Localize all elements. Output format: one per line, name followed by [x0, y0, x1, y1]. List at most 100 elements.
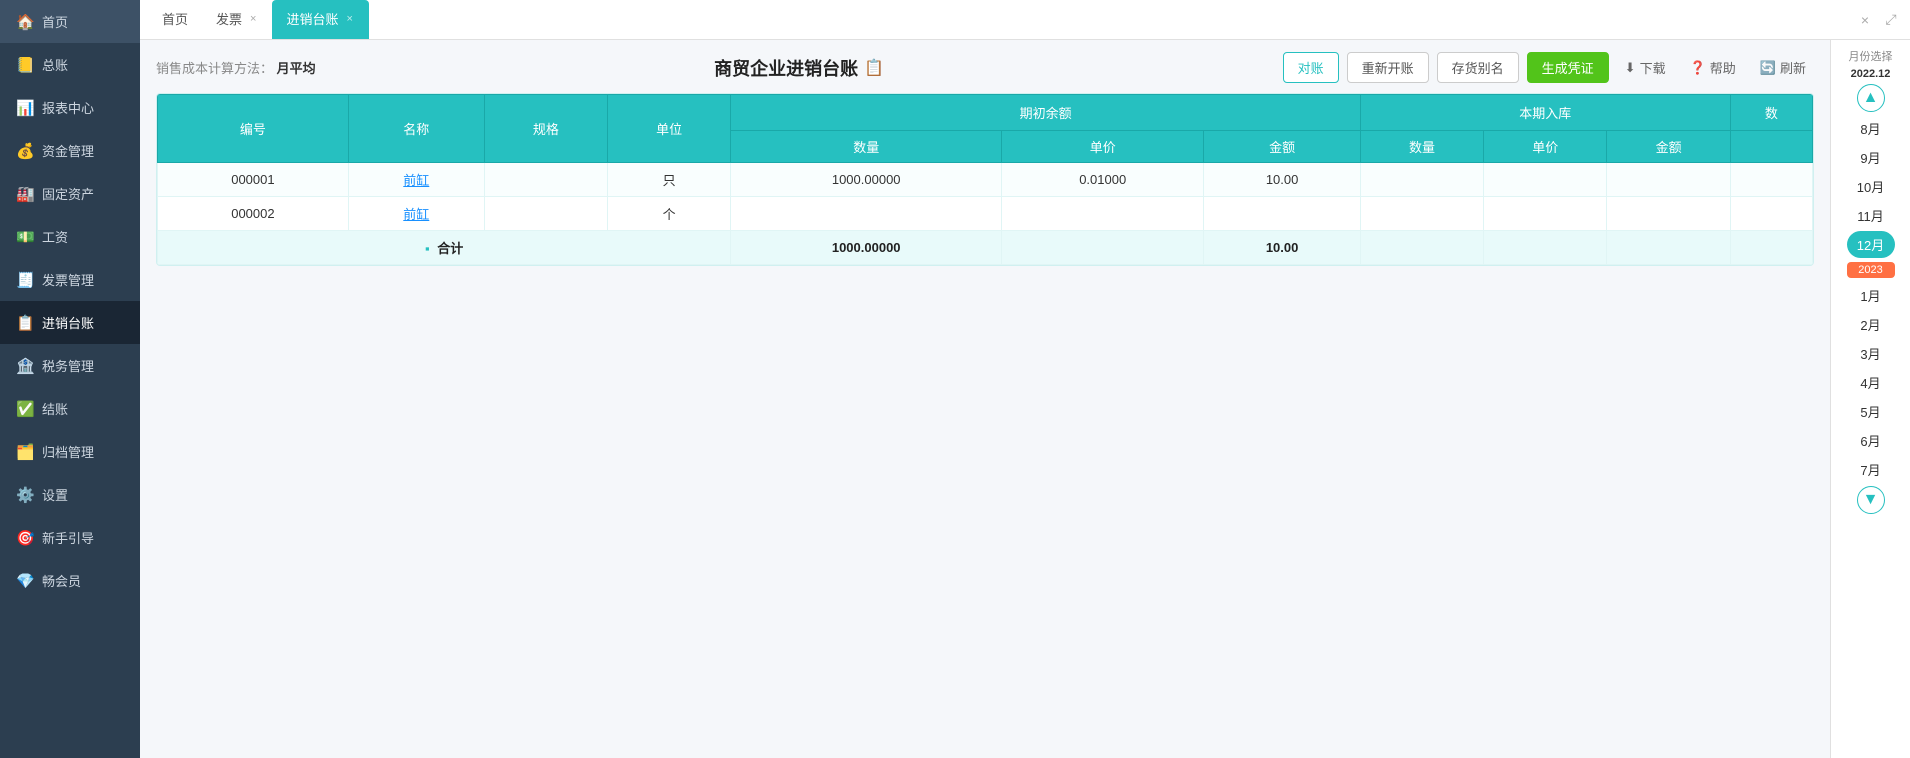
generate-voucher-button[interactable]: 生成凭证 — [1527, 52, 1609, 83]
ledger-icon: 📒 — [16, 56, 34, 74]
month-panel-year-2022: 2022.12 — [1851, 68, 1891, 80]
help-label: 帮助 — [1710, 58, 1736, 77]
help-button[interactable]: ❓ 帮助 — [1682, 53, 1744, 82]
col-header-spec: 规格 — [484, 95, 607, 163]
tab-purchase-sales-close[interactable]: × — [344, 11, 354, 27]
month-item-6[interactable]: 6月 — [1847, 427, 1895, 454]
sidebar-item-label: 税务管理 — [42, 356, 94, 375]
refresh-label: 刷新 — [1780, 58, 1806, 77]
col-in-qty: 数量 — [1360, 131, 1483, 163]
tab-bar: 首页 发票 × 进销台账 × × ⤢ — [140, 0, 1910, 40]
sidebar-item-reports[interactable]: 📊 报表中心 — [0, 86, 140, 129]
col-opening-amount: 金额 — [1204, 131, 1361, 163]
item-name-link[interactable]: 前缸 — [403, 207, 429, 222]
table-total-row: ▪ 合计 1000.00000 10.00 — [158, 231, 1813, 265]
cell-opening-amount — [1204, 197, 1361, 231]
cell-opening-price — [1002, 197, 1204, 231]
cell-opening-qty — [731, 197, 1002, 231]
cell-spec — [484, 163, 607, 197]
month-nav-up[interactable]: ▲ — [1857, 84, 1885, 112]
month-item-8[interactable]: 8月 — [1847, 115, 1895, 142]
settings-icon: ⚙️ — [16, 486, 34, 504]
reconcile-button[interactable]: 对账 — [1283, 52, 1339, 83]
col-in-price: 单价 — [1484, 131, 1607, 163]
sidebar-item-settings[interactable]: ⚙️ 设置 — [0, 473, 140, 516]
purchase-sales-table: 编号 名称 规格 单位 期初余额 本期入库 数 数量 单价 金额 数 — [157, 94, 1813, 265]
sidebar-item-ledger[interactable]: 📒 总账 — [0, 43, 140, 86]
refresh-button[interactable]: 🔄 刷新 — [1752, 53, 1814, 82]
month-nav-down[interactable]: ▼ — [1857, 486, 1885, 514]
tab-home[interactable]: 首页 — [148, 0, 202, 39]
table-header-main: 编号 名称 规格 单位 期初余额 本期入库 数 — [158, 95, 1813, 131]
col-extra-sub — [1730, 131, 1812, 163]
cell-in-price — [1484, 197, 1607, 231]
month-item-1[interactable]: 1月 — [1847, 282, 1895, 309]
data-table-container: 编号 名称 规格 单位 期初余额 本期入库 数 数量 单价 金额 数 — [156, 93, 1814, 266]
sidebar-item-salary[interactable]: 💵 工资 — [0, 215, 140, 258]
sidebar-item-closing[interactable]: ✅ 结账 — [0, 387, 140, 430]
month-item-11[interactable]: 11月 — [1847, 202, 1895, 229]
tab-invoice-close[interactable]: × — [248, 11, 258, 27]
tab-purchase-sales[interactable]: 进销台账 × — [272, 0, 368, 39]
window-close-button[interactable]: × — [1854, 9, 1876, 31]
sidebar-item-label: 固定资产 — [42, 184, 94, 203]
month-item-3[interactable]: 3月 — [1847, 340, 1895, 367]
sidebar-item-vip[interactable]: 💎 畅会员 — [0, 559, 140, 602]
sidebar-item-purchase-sales[interactable]: 📋 进销台账 — [0, 301, 140, 344]
total-opening-qty: 1000.00000 — [731, 231, 1002, 265]
reopen-button[interactable]: 重新开账 — [1347, 52, 1429, 83]
page-title: 商贸企业进销台账 📋 — [714, 55, 884, 81]
col-opening-price: 单价 — [1002, 131, 1204, 163]
cell-opening-qty: 1000.00000 — [731, 163, 1002, 197]
reports-icon: 📊 — [16, 99, 34, 117]
main-area: 首页 发票 × 进销台账 × × ⤢ 销售成本计算方法： 月平均 商贸企业进 — [140, 0, 1910, 758]
download-icon: ⬇ — [1625, 60, 1636, 76]
toolbar: 销售成本计算方法： 月平均 商贸企业进销台账 📋 对账 重新开账 存货别名 生成… — [156, 52, 1814, 83]
total-opening-price — [1002, 231, 1204, 265]
month-item-12[interactable]: 12月 — [1847, 231, 1895, 258]
title-info-icon: 📋 — [864, 58, 884, 78]
sidebar-item-label: 资金管理 — [42, 141, 94, 160]
cell-id: 000001 — [158, 163, 349, 197]
download-button[interactable]: ⬇ 下载 — [1617, 53, 1674, 82]
month-item-9[interactable]: 9月 — [1847, 144, 1895, 171]
sidebar-item-invoice-mgmt[interactable]: 🧾 发票管理 — [0, 258, 140, 301]
sidebar-item-guide[interactable]: 🎯 新手引导 — [0, 516, 140, 559]
purchase-sales-icon: 📋 — [16, 314, 34, 332]
sidebar-item-label: 新手引导 — [42, 528, 94, 547]
sidebar: 🏠 首页 📒 总账 📊 报表中心 💰 资金管理 🏭 固定资产 💵 工资 🧾 发票… — [0, 0, 140, 758]
table-row: 000001 前缸 只 1000.00000 0.01000 10.00 — [158, 163, 1813, 197]
guide-icon: 🎯 — [16, 529, 34, 547]
cell-extra — [1730, 163, 1812, 197]
item-name-link[interactable]: 前缸 — [403, 173, 429, 188]
col-header-unit: 单位 — [608, 95, 731, 163]
sidebar-item-archive[interactable]: 🗂️ 归档管理 — [0, 430, 140, 473]
cell-unit: 个 — [608, 197, 731, 231]
tab-home-label: 首页 — [162, 9, 188, 28]
month-item-10[interactable]: 10月 — [1847, 173, 1895, 200]
month-item-2[interactable]: 2月 — [1847, 311, 1895, 338]
page-body: 销售成本计算方法： 月平均 商贸企业进销台账 📋 对账 重新开账 存货别名 生成… — [140, 40, 1830, 758]
sidebar-item-label: 设置 — [42, 485, 68, 504]
save-alias-button[interactable]: 存货别名 — [1437, 52, 1519, 83]
cell-name: 前缸 — [348, 163, 484, 197]
month-item-7[interactable]: 7月 — [1847, 456, 1895, 483]
tax-icon: 🏦 — [16, 357, 34, 375]
help-icon: ❓ — [1690, 60, 1706, 76]
cell-spec — [484, 197, 607, 231]
cost-method: 销售成本计算方法： 月平均 — [156, 58, 316, 77]
refresh-icon: 🔄 — [1760, 60, 1776, 76]
col-header-name: 名称 — [348, 95, 484, 163]
tab-invoice[interactable]: 发票 × — [202, 0, 272, 39]
download-label: 下载 — [1640, 58, 1666, 77]
sidebar-item-funds[interactable]: 💰 资金管理 — [0, 129, 140, 172]
cell-in-amount — [1607, 163, 1730, 197]
sidebar-item-assets[interactable]: 🏭 固定资产 — [0, 172, 140, 215]
sidebar-item-tax[interactable]: 🏦 税务管理 — [0, 344, 140, 387]
window-maximize-button[interactable]: ⤢ — [1880, 9, 1902, 31]
sidebar-item-home[interactable]: 🏠 首页 — [0, 0, 140, 43]
sidebar-item-label: 报表中心 — [42, 98, 94, 117]
sidebar-item-label: 进销台账 — [42, 313, 94, 332]
month-item-5[interactable]: 5月 — [1847, 398, 1895, 425]
month-item-4[interactable]: 4月 — [1847, 369, 1895, 396]
